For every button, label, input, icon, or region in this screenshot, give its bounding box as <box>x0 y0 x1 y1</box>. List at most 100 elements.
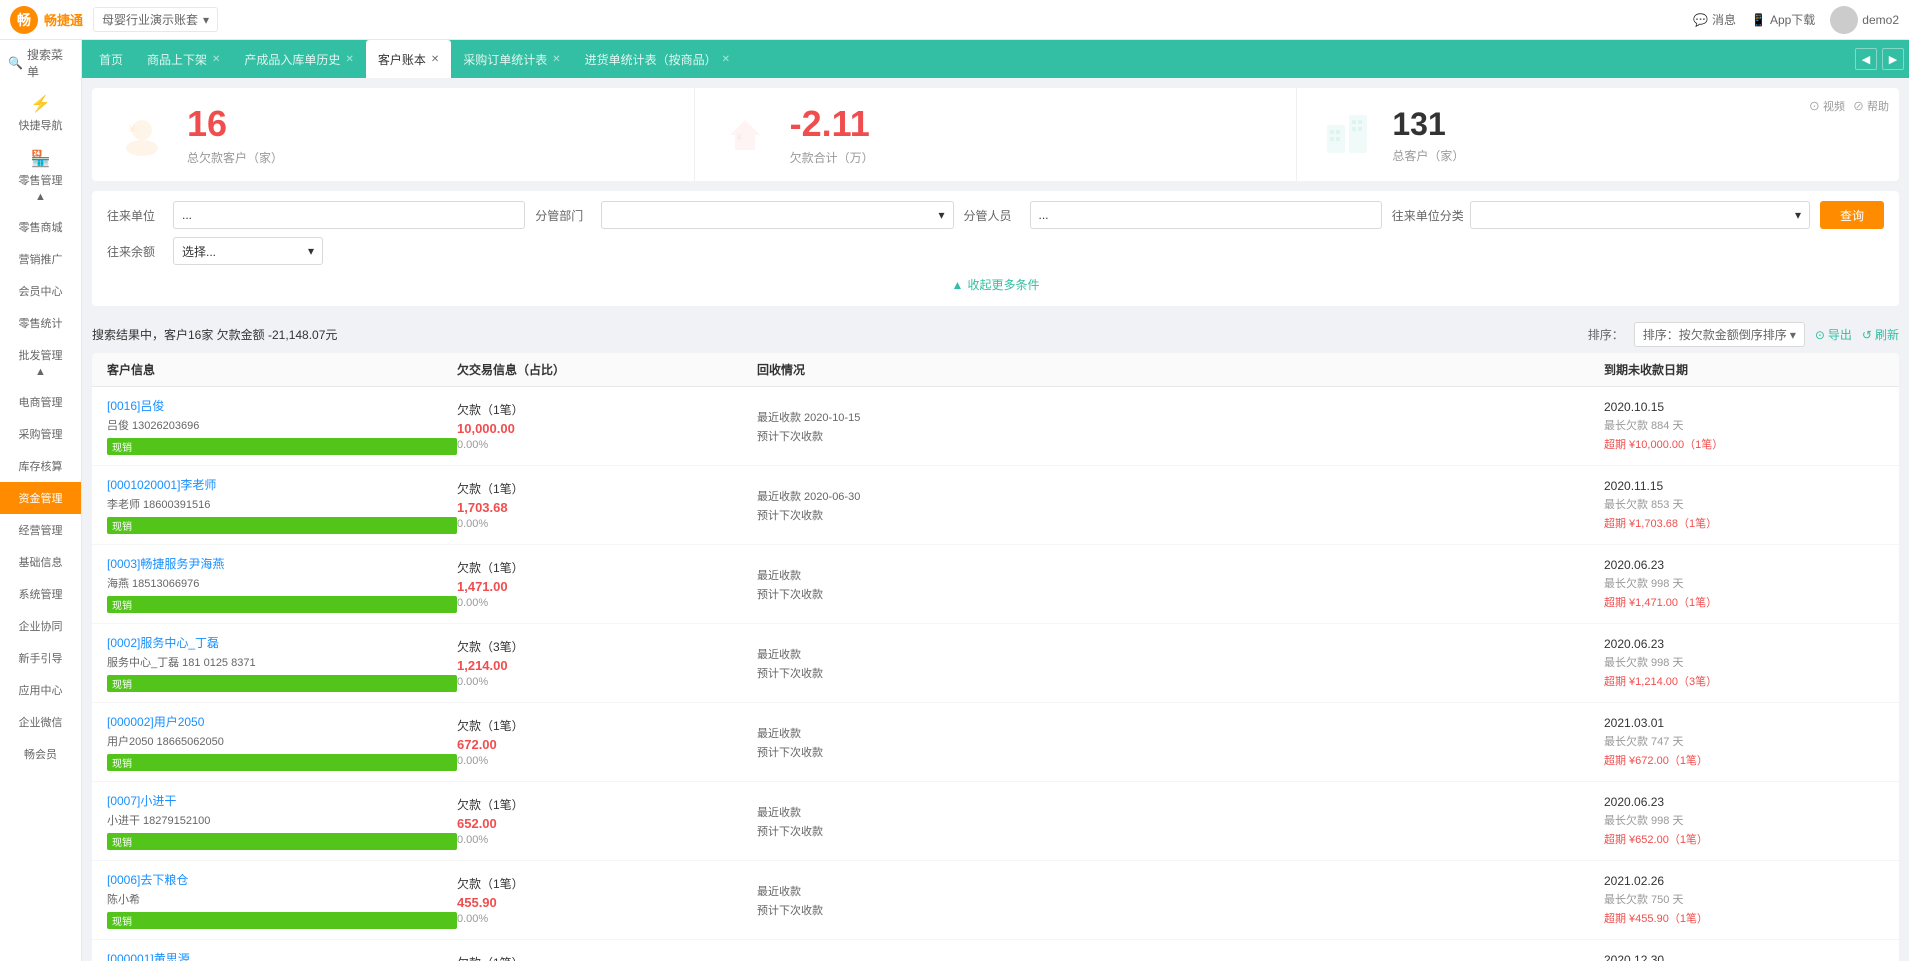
customer-name-1[interactable]: [0001020001]李老师 <box>107 476 457 493</box>
filter-row-2: 往来余额 选择... ▾ <box>107 237 1884 265</box>
col-header-overdue: 到期未收款日期 <box>1604 361 1884 378</box>
help-label[interactable]: ⊘ 帮助 <box>1853 98 1889 114</box>
customer-tag-5: 现销 <box>107 833 457 850</box>
marketing-label: 营销推广 <box>19 251 63 267</box>
sidebar-item-retail-store[interactable]: 零售商城 <box>0 211 81 243</box>
results-actions: 排序： 排序：按欠款金额倒序排序 ▾ ⊙ 导出 ↺ 刷新 <box>1588 322 1899 347</box>
tab-purchase-summary[interactable]: 采购订单统计表 ✕ <box>451 40 572 78</box>
balance-select[interactable]: 选择... ▾ <box>173 237 323 265</box>
tab-product-shelf[interactable]: 商品上下架 ✕ <box>135 40 232 78</box>
sidebar-item-member[interactable]: 会员中心 <box>0 275 81 307</box>
overdue-date-2: 2020.06.23 <box>1604 558 1884 572</box>
app-center-label: 应用中心 <box>19 682 63 698</box>
overdue-info-5: 2020.06.23 最长欠款 998 天 超期 ¥652.00（1笔） <box>1604 795 1884 847</box>
company-selector[interactable]: 母婴行业演示账套 ▾ <box>93 7 218 32</box>
sidebar-item-operations[interactable]: 经营管理 <box>0 514 81 546</box>
overdue-detail-5[interactable]: 超期 ¥652.00（1笔） <box>1604 831 1884 847</box>
sidebar-item-system[interactable]: 系统管理 <box>0 578 81 610</box>
sidebar-item-marketing[interactable]: 营销推广 <box>0 243 81 275</box>
overdue-date-4: 2021.03.01 <box>1604 716 1884 730</box>
sidebar-item-enterprise[interactable]: 企业协同 <box>0 610 81 642</box>
sidebar-item-app-center[interactable]: 应用中心 <box>0 674 81 706</box>
sidebar-item-guide[interactable]: 新手引导 <box>0 642 81 674</box>
unit-category-select[interactable]: ▾ <box>1470 201 1810 229</box>
overdue-days-2: 最长欠款 998 天 <box>1604 575 1884 591</box>
total-customers-label: 总客户（家） <box>1392 147 1464 164</box>
dept-select[interactable]: ▾ <box>601 201 953 229</box>
customer-phone-6: 陈小希 <box>107 891 457 907</box>
debt-amount-3[interactable]: 1,214.00 <box>457 658 757 673</box>
debt-amount-4[interactable]: 672.00 <box>457 737 757 752</box>
customer-name-0[interactable]: [0016]吕俊 <box>107 397 457 414</box>
tab-close-icon[interactable]: ✕ <box>431 54 439 65</box>
user-avatar[interactable]: demo2 <box>1830 6 1899 34</box>
batch-mgmt-label: 批发管理 <box>19 347 63 363</box>
collapse-button[interactable]: ▲ 收起更多条件 <box>107 273 1884 296</box>
tab-prev-button[interactable]: ◀ <box>1855 48 1877 70</box>
tab-close-icon[interactable]: ✕ <box>212 54 220 65</box>
customer-name-3[interactable]: [0002]服务中心_丁磊 <box>107 634 457 651</box>
table-row: [000002]用户2050 用户2050 18665062050 现销 欠款（… <box>92 703 1899 782</box>
sidebar-item-inventory[interactable]: 库存核算 <box>0 450 81 482</box>
customer-name-6[interactable]: [0006]去下粮仓 <box>107 871 457 888</box>
tab-customer-account[interactable]: 客户账本 ✕ <box>366 40 451 78</box>
customer-name-5[interactable]: [0007]小进干 <box>107 792 457 809</box>
overdue-detail-3[interactable]: 超期 ¥1,214.00（3笔） <box>1604 673 1884 689</box>
next-payment-1: 预计下次收款 <box>757 507 1604 523</box>
unit-category-label: 往来单位分类 <box>1392 207 1464 224</box>
export-button[interactable]: ⊙ 导出 <box>1815 326 1852 343</box>
recovery-info-2: 最近收款 预计下次收款 <box>757 567 1604 602</box>
overdue-detail-0[interactable]: 超期 ¥10,000.00（1笔） <box>1604 436 1884 452</box>
stat-info-total-customers: 131 总客户（家） <box>1392 106 1464 164</box>
sidebar-item-purchase-mgmt[interactable]: 采购管理 <box>0 418 81 450</box>
tab-product-history[interactable]: 产成品入库单历史 ✕ <box>232 40 365 78</box>
refresh-label: 刷新 <box>1875 326 1899 343</box>
tab-close-icon[interactable]: ✕ <box>552 54 560 65</box>
tab-stock-summary[interactable]: 进货单统计表（按商品） ✕ <box>573 40 742 78</box>
search-button[interactable]: 查询 <box>1820 201 1884 229</box>
overdue-detail-1[interactable]: 超期 ¥1,703.68（1笔） <box>1604 515 1884 531</box>
customer-info-7: [000001]黄思源 黄思源 13552700226 现销 <box>107 950 457 961</box>
basic-info-label: 基础信息 <box>19 554 63 570</box>
tab-next-button[interactable]: ▶ <box>1882 48 1904 70</box>
sidebar-item-capital[interactable]: 资金管理 <box>0 482 81 514</box>
customer-tag-0: 现销 <box>107 438 457 455</box>
overdue-detail-2[interactable]: 超期 ¥1,471.00（1笔） <box>1604 594 1884 610</box>
from-unit-input[interactable]: ... <box>173 201 525 229</box>
customer-name-4[interactable]: [000002]用户2050 <box>107 713 457 730</box>
tab-home[interactable]: 首页 <box>87 40 135 78</box>
debt-amount-1[interactable]: 1,703.68 <box>457 500 757 515</box>
stats-row: ¥ 16 总欠款客户（家） ¥ <box>92 88 1899 181</box>
debt-amount-label: 欠款合计（万） <box>790 149 874 166</box>
filter-unit-category: 往来单位分类 ▾ <box>1392 201 1810 229</box>
debt-info-0: 欠款（1笔） 10,000.00 0.00% <box>457 401 757 451</box>
sidebar-item-retail-stats[interactable]: 零售统计 <box>0 307 81 339</box>
debt-amount-6[interactable]: 455.90 <box>457 895 757 910</box>
manager-input[interactable]: ... <box>1030 201 1382 229</box>
debt-amount-5[interactable]: 652.00 <box>457 816 757 831</box>
sidebar-item-basic-info[interactable]: 基础信息 <box>0 546 81 578</box>
search-menu-button[interactable]: 🔍 搜索菜单 <box>0 40 81 86</box>
debt-count-7: 欠款（1笔） <box>457 954 757 961</box>
message-button[interactable]: 💬 消息 <box>1693 11 1736 28</box>
view-label[interactable]: ⊙ 视频 <box>1809 98 1845 114</box>
sidebar-item-batch-mgmt[interactable]: 批发管理 ▲ <box>0 339 81 386</box>
sidebar-item-retail-mgmt[interactable]: 🏪 零售管理 ▲ <box>0 141 81 211</box>
tab-close-icon[interactable]: ✕ <box>345 54 353 65</box>
sidebar-item-wechat[interactable]: 企业微信 <box>0 706 81 738</box>
tab-close-icon[interactable]: ✕ <box>722 54 730 65</box>
overdue-detail-4[interactable]: 超期 ¥672.00（1笔） <box>1604 752 1884 768</box>
customer-name-2[interactable]: [0003]畅捷服务尹海燕 <box>107 555 457 572</box>
overdue-detail-6[interactable]: 超期 ¥455.90（1笔） <box>1604 910 1884 926</box>
sort-button[interactable]: 排序：按欠款金额倒序排序 ▾ <box>1634 322 1805 347</box>
customer-tag-6: 现销 <box>107 912 457 929</box>
sidebar-item-quick-nav[interactable]: ⚡ 快捷导航 <box>0 86 81 141</box>
customer-name-7[interactable]: [000001]黄思源 <box>107 950 457 961</box>
last-payment-1: 最近收款 2020-06-30 <box>757 488 1604 504</box>
sidebar-item-ecommerce[interactable]: 电商管理 <box>0 386 81 418</box>
debt-amount-2[interactable]: 1,471.00 <box>457 579 757 594</box>
refresh-button[interactable]: ↺ 刷新 <box>1862 326 1899 343</box>
debt-amount-0[interactable]: 10,000.00 <box>457 421 757 436</box>
sidebar-item-member-plus[interactable]: 畅会员 <box>0 738 81 770</box>
app-download-button[interactable]: 📱 App下载 <box>1751 11 1815 28</box>
